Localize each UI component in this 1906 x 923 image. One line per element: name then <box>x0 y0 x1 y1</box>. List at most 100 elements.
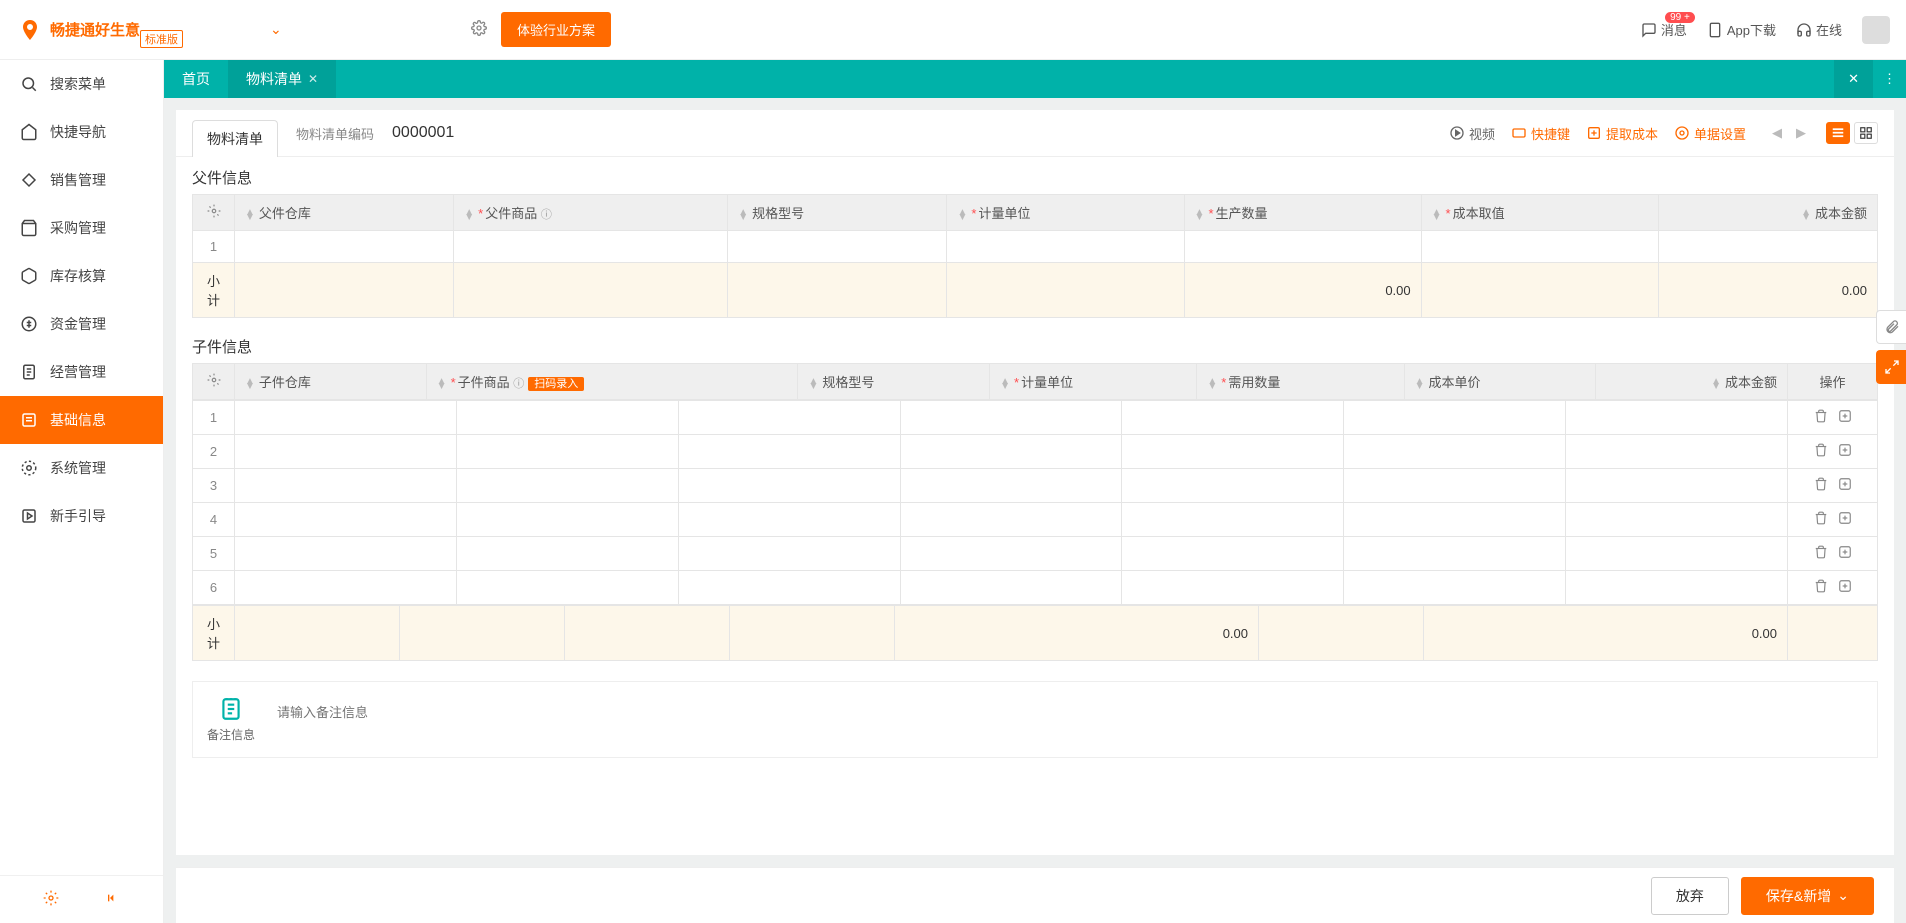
info-icon[interactable]: ⓘ <box>541 209 552 221</box>
shortcut-link[interactable]: 快捷键 <box>1511 124 1570 143</box>
sidebar-item-quicknav[interactable]: 快捷导航 <box>0 108 163 156</box>
add-row-icon[interactable] <box>1838 477 1852 494</box>
add-row-icon[interactable] <box>1838 511 1852 528</box>
sidebar-item-finance[interactable]: 资金管理 <box>0 300 163 348</box>
subtotal-qty: 0.00 <box>1184 263 1421 318</box>
table-row[interactable]: 3 <box>193 469 1878 503</box>
app-download-button[interactable]: App下载 <box>1707 20 1776 39</box>
sidebar-settings-icon[interactable] <box>43 890 59 909</box>
col-child-amount[interactable]: ▲▼成本金额 <box>1596 364 1788 400</box>
add-row-icon[interactable] <box>1838 443 1852 460</box>
grid-view-icon[interactable] <box>1854 122 1878 144</box>
coin-icon <box>20 315 38 333</box>
delete-icon[interactable] <box>1814 443 1828 460</box>
sidebar-item-guide[interactable]: 新手引导 <box>0 492 163 540</box>
sidebar-item-system[interactable]: 系统管理 <box>0 444 163 492</box>
action-bar: 放弃 保存&新增 ⌄ <box>176 867 1894 923</box>
sidebar-label: 销售管理 <box>50 170 106 190</box>
video-link[interactable]: 视频 <box>1449 124 1495 143</box>
col-parent-unit[interactable]: ▲▼*计量单位 <box>947 195 1184 231</box>
prev-icon[interactable]: ◀ <box>1768 123 1786 143</box>
content-panel: 物料清单 物料清单编码 0000001 视频 快捷键 提取成本 单据设置 ◀ ▶ <box>176 110 1894 855</box>
note-icon <box>218 696 244 722</box>
info-icon[interactable]: ⓘ <box>513 378 524 390</box>
tabs-menu-icon[interactable]: ⋮ <box>1873 60 1906 98</box>
org-selector[interactable]: ⌄ <box>223 20 463 39</box>
delete-icon[interactable] <box>1814 511 1828 528</box>
subtotal-amount: 0.00 <box>1658 263 1877 318</box>
expand-icon[interactable] <box>1876 350 1906 384</box>
col-child-warehouse[interactable]: ▲▼子件仓库 <box>235 364 427 400</box>
sidebar-label: 经营管理 <box>50 362 106 382</box>
settings-gear-icon[interactable] <box>471 20 487 39</box>
col-child-qty[interactable]: ▲▼*需用数量 <box>1197 364 1404 400</box>
sidebar-item-search[interactable]: 搜索菜单 <box>0 60 163 108</box>
attachment-icon[interactable] <box>1876 310 1906 344</box>
tab-bom[interactable]: 物料清单 ✕ <box>228 60 336 98</box>
sidebar-label: 库存核算 <box>50 266 106 286</box>
delete-icon[interactable] <box>1814 579 1828 596</box>
scan-tag[interactable]: 扫码录入 <box>528 377 584 391</box>
form-tab-bom[interactable]: 物料清单 <box>192 120 278 157</box>
col-parent-spec[interactable]: ▲▼规格型号 <box>728 195 947 231</box>
add-row-icon[interactable] <box>1838 579 1852 596</box>
online-support-button[interactable]: 在线 <box>1796 20 1842 39</box>
parent-subtotal-row: 小计 0.00 0.00 <box>193 263 1878 318</box>
table-row[interactable]: 1 <box>193 401 1878 435</box>
float-toolbar <box>1876 310 1906 384</box>
nav-arrows: ◀ ▶ <box>1768 123 1810 143</box>
sidebar-item-basic[interactable]: 基础信息 <box>0 396 163 444</box>
col-settings[interactable] <box>193 364 235 400</box>
col-child-ops: 操作 <box>1788 364 1878 400</box>
subtotal-qty: 0.00 <box>895 606 1259 661</box>
col-parent-qty[interactable]: ▲▼*生产数量 <box>1184 195 1421 231</box>
row-index: 1 <box>193 401 235 435</box>
col-parent-product[interactable]: ▲▼*父件商品 ⓘ <box>454 195 728 231</box>
delete-icon[interactable] <box>1814 545 1828 562</box>
add-row-icon[interactable] <box>1838 409 1852 426</box>
remark-icon-wrap: 备注信息 <box>207 696 255 743</box>
messages-button[interactable]: 消息 99 + <box>1641 20 1687 39</box>
home-icon <box>20 123 38 141</box>
table-row[interactable]: 5 <box>193 537 1878 571</box>
add-row-icon[interactable] <box>1838 545 1852 562</box>
doc-settings-link[interactable]: 单据设置 <box>1674 124 1746 143</box>
delete-icon[interactable] <box>1814 409 1828 426</box>
sidebar-item-sales[interactable]: 销售管理 <box>0 156 163 204</box>
discard-button[interactable]: 放弃 <box>1651 877 1729 915</box>
settings-icon <box>20 459 38 477</box>
tab-bar: 首页 物料清单 ✕ ✕ ⋮ <box>164 60 1906 98</box>
remark-input[interactable] <box>271 696 1863 738</box>
sidebar-item-operation[interactable]: 经营管理 <box>0 348 163 396</box>
content-header: 物料清单 物料清单编码 0000001 视频 快捷键 提取成本 单据设置 ◀ ▶ <box>176 110 1894 157</box>
list-view-icon[interactable] <box>1826 122 1850 144</box>
table-row[interactable]: 2 <box>193 435 1878 469</box>
sidebar-label: 资金管理 <box>50 314 106 334</box>
sidebar-item-purchase[interactable]: 采购管理 <box>0 204 163 252</box>
col-settings[interactable] <box>193 195 235 231</box>
next-icon[interactable]: ▶ <box>1792 123 1810 143</box>
col-parent-amount[interactable]: ▲▼成本金额 <box>1658 195 1877 231</box>
sidebar-item-stock[interactable]: 库存核算 <box>0 252 163 300</box>
tabs-close-all-icon[interactable]: ✕ <box>1834 60 1873 98</box>
promo-button[interactable]: 体验行业方案 <box>501 12 611 47</box>
close-icon[interactable]: ✕ <box>308 72 318 86</box>
table-row[interactable]: 1 <box>193 231 1878 263</box>
save-new-button[interactable]: 保存&新增 ⌄ <box>1741 877 1874 915</box>
col-child-product[interactable]: ▲▼*子件商品 ⓘ扫码录入 <box>426 364 798 400</box>
delete-icon[interactable] <box>1814 477 1828 494</box>
extract-cost-link[interactable]: 提取成本 <box>1586 124 1658 143</box>
col-child-unit[interactable]: ▲▼*计量单位 <box>990 364 1197 400</box>
col-parent-warehouse[interactable]: ▲▼父件仓库 <box>235 195 454 231</box>
table-row[interactable]: 4 <box>193 503 1878 537</box>
col-child-spec[interactable]: ▲▼规格型号 <box>798 364 990 400</box>
col-parent-costset[interactable]: ▲▼*成本取值 <box>1421 195 1658 231</box>
table-row[interactable]: 6 <box>193 571 1878 605</box>
brand-icon <box>16 16 44 44</box>
sidebar-collapse-icon[interactable] <box>104 890 120 909</box>
sidebar: 搜索菜单 快捷导航 销售管理 采购管理 库存核算 资金管理 经营管理 基础信息 <box>0 60 164 923</box>
user-avatar[interactable] <box>1862 16 1890 44</box>
tab-home[interactable]: 首页 <box>164 60 228 98</box>
child-subtotal-row: 小计 0.00 0.00 <box>193 606 1878 661</box>
col-child-unitcost[interactable]: ▲▼成本单价 <box>1404 364 1596 400</box>
